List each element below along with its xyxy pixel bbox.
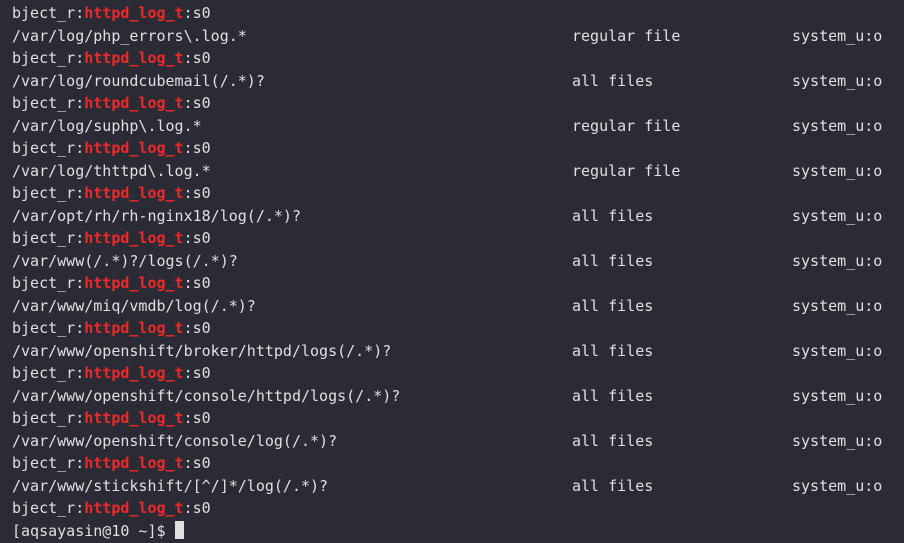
fcontext-wrap-line: bject_r:httpd_log_t:s0 <box>12 317 904 340</box>
fcontext-context: system_u:o <box>792 430 882 453</box>
fcontext-wrap-line: bject_r:httpd_log_t:s0 <box>12 137 904 160</box>
fcontext-filetype: regular file <box>572 25 792 48</box>
wrap-suffix: :s0 <box>184 409 211 427</box>
fcontext-entry-line: /var/opt/rh/rh-nginx18/log(/.*)?all file… <box>12 205 904 228</box>
fcontext-entry-line: /var/www/stickshift/[^/]*/log(/.*)?all f… <box>12 475 904 498</box>
fcontext-wrap-line: bject_r:httpd_log_t:s0 <box>12 452 904 475</box>
fcontext-path: /var/log/thttpd\.log.* <box>12 160 572 183</box>
fcontext-entry-line: /var/log/suphp\.log.*regular filesystem_… <box>12 115 904 138</box>
fcontext-context: system_u:o <box>792 295 882 318</box>
wrap-suffix: :s0 <box>184 499 211 517</box>
selinux-type-highlight: httpd_log_t <box>84 184 183 202</box>
fcontext-wrap-line: bject_r:httpd_log_t:s0 <box>12 497 904 520</box>
wrap-prefix: bject_r: <box>12 139 84 157</box>
fcontext-path: /var/log/suphp\.log.* <box>12 115 572 138</box>
fcontext-context: system_u:o <box>792 340 882 363</box>
fcontext-wrap-line: bject_r:httpd_log_t:s0 <box>12 272 904 295</box>
wrap-prefix: bject_r: <box>12 319 84 337</box>
wrap-prefix: bject_r: <box>12 274 84 292</box>
fcontext-filetype: all files <box>572 430 792 453</box>
fcontext-wrap-line: bject_r:httpd_log_t:s0 <box>12 47 904 70</box>
fcontext-wrap-line: bject_r:httpd_log_t:s0 <box>12 2 904 25</box>
wrap-suffix: :s0 <box>184 49 211 67</box>
selinux-type-highlight: httpd_log_t <box>84 139 183 157</box>
wrap-suffix: :s0 <box>184 94 211 112</box>
fcontext-entry-line: /var/log/thttpd\.log.*regular filesystem… <box>12 160 904 183</box>
cursor <box>175 521 184 539</box>
shell-prompt-line[interactable]: [aqsayasin@10 ~]$ <box>12 520 904 543</box>
selinux-type-highlight: httpd_log_t <box>84 409 183 427</box>
fcontext-filetype: all files <box>572 475 792 498</box>
fcontext-context: system_u:o <box>792 205 882 228</box>
selinux-type-highlight: httpd_log_t <box>84 49 183 67</box>
fcontext-path: /var/www/openshift/console/httpd/logs(/.… <box>12 385 572 408</box>
fcontext-filetype: all files <box>572 250 792 273</box>
fcontext-entry-line: /var/www(/.*)?/logs(/.*)?all filessystem… <box>12 250 904 273</box>
fcontext-entry-line: /var/www/openshift/console/httpd/logs(/.… <box>12 385 904 408</box>
fcontext-filetype: all files <box>572 385 792 408</box>
fcontext-entry-line: /var/www/miq/vmdb/log(/.*)?all filessyst… <box>12 295 904 318</box>
fcontext-context: system_u:o <box>792 250 882 273</box>
fcontext-filetype: regular file <box>572 160 792 183</box>
wrap-prefix: bject_r: <box>12 94 84 112</box>
fcontext-filetype: all files <box>572 340 792 363</box>
fcontext-path: /var/www/openshift/broker/httpd/logs(/.*… <box>12 340 572 363</box>
wrap-suffix: :s0 <box>184 454 211 472</box>
selinux-type-highlight: httpd_log_t <box>84 364 183 382</box>
fcontext-entry-line: /var/www/openshift/broker/httpd/logs(/.*… <box>12 340 904 363</box>
wrap-prefix: bject_r: <box>12 184 84 202</box>
wrap-prefix: bject_r: <box>12 409 84 427</box>
wrap-prefix: bject_r: <box>12 499 84 517</box>
selinux-type-highlight: httpd_log_t <box>84 499 183 517</box>
fcontext-context: system_u:o <box>792 25 882 48</box>
fcontext-path: /var/log/php_errors\.log.* <box>12 25 572 48</box>
fcontext-wrap-line: bject_r:httpd_log_t:s0 <box>12 227 904 250</box>
fcontext-wrap-line: bject_r:httpd_log_t:s0 <box>12 92 904 115</box>
fcontext-context: system_u:o <box>792 385 882 408</box>
fcontext-path: /var/opt/rh/rh-nginx18/log(/.*)? <box>12 205 572 228</box>
shell-prompt: [aqsayasin@10 ~]$ <box>12 522 175 540</box>
fcontext-wrap-line: bject_r:httpd_log_t:s0 <box>12 362 904 385</box>
fcontext-filetype: all files <box>572 295 792 318</box>
wrap-prefix: bject_r: <box>12 364 84 382</box>
fcontext-path: /var/www/openshift/console/log(/.*)? <box>12 430 572 453</box>
fcontext-path: /var/www(/.*)?/logs(/.*)? <box>12 250 572 273</box>
fcontext-filetype: regular file <box>572 115 792 138</box>
selinux-type-highlight: httpd_log_t <box>84 229 183 247</box>
selinux-type-highlight: httpd_log_t <box>84 4 183 22</box>
fcontext-wrap-line: bject_r:httpd_log_t:s0 <box>12 182 904 205</box>
fcontext-path: /var/www/stickshift/[^/]*/log(/.*)? <box>12 475 572 498</box>
fcontext-path: /var/www/miq/vmdb/log(/.*)? <box>12 295 572 318</box>
fcontext-entry-line: /var/www/openshift/console/log(/.*)?all … <box>12 430 904 453</box>
fcontext-filetype: all files <box>572 205 792 228</box>
fcontext-entry-line: /var/log/php_errors\.log.*regular filesy… <box>12 25 904 48</box>
wrap-suffix: :s0 <box>184 184 211 202</box>
fcontext-context: system_u:o <box>792 70 882 93</box>
wrap-prefix: bject_r: <box>12 49 84 67</box>
selinux-type-highlight: httpd_log_t <box>84 454 183 472</box>
selinux-type-highlight: httpd_log_t <box>84 274 183 292</box>
fcontext-wrap-line: bject_r:httpd_log_t:s0 <box>12 407 904 430</box>
wrap-prefix: bject_r: <box>12 229 84 247</box>
fcontext-entry-line: /var/log/roundcubemail(/.*)?all filessys… <box>12 70 904 93</box>
wrap-prefix: bject_r: <box>12 454 84 472</box>
fcontext-context: system_u:o <box>792 160 882 183</box>
wrap-suffix: :s0 <box>184 274 211 292</box>
selinux-type-highlight: httpd_log_t <box>84 319 183 337</box>
fcontext-context: system_u:o <box>792 475 882 498</box>
wrap-suffix: :s0 <box>184 364 211 382</box>
wrap-suffix: :s0 <box>184 139 211 157</box>
fcontext-path: /var/log/roundcubemail(/.*)? <box>12 70 572 93</box>
fcontext-context: system_u:o <box>792 115 882 138</box>
wrap-suffix: :s0 <box>184 229 211 247</box>
fcontext-filetype: all files <box>572 70 792 93</box>
wrap-suffix: :s0 <box>184 4 211 22</box>
wrap-suffix: :s0 <box>184 319 211 337</box>
selinux-type-highlight: httpd_log_t <box>84 94 183 112</box>
wrap-prefix: bject_r: <box>12 4 84 22</box>
terminal-output: bject_r:httpd_log_t:s0/var/log/php_error… <box>0 0 904 542</box>
